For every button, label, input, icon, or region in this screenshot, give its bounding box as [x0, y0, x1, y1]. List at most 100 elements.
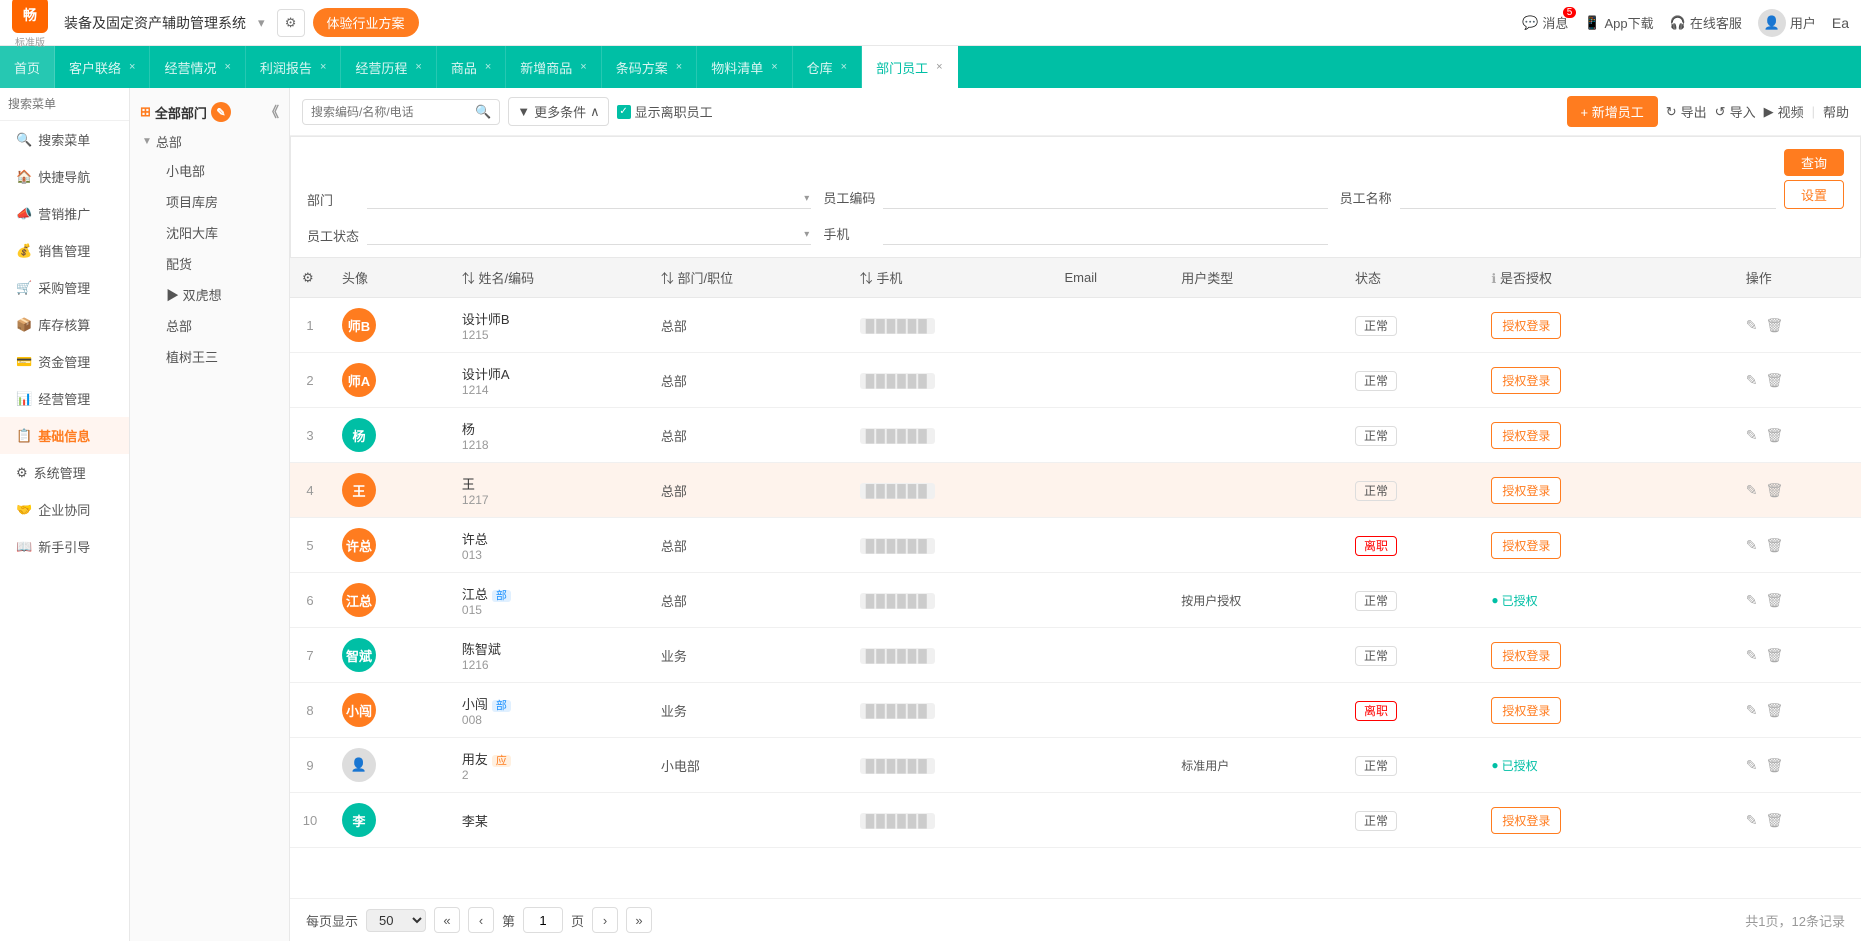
close-icon[interactable]: × [129, 61, 135, 73]
dept-tree-item-shuanghu[interactable]: ▶ 双虎想 [150, 279, 289, 310]
auth-login-button[interactable]: 授权登录 [1491, 312, 1561, 339]
sidebar-item-inventory[interactable]: 📦 库存核算 [0, 306, 129, 343]
app-download-item[interactable]: 📱 App下载 [1584, 13, 1653, 32]
tab-dept-employee[interactable]: 部门员工 × [862, 46, 957, 88]
edit-icon[interactable]: ✎ [1746, 592, 1758, 609]
last-page-button[interactable]: » [626, 907, 652, 933]
sidebar-item-sysmanage[interactable]: ⚙ 系统管理 [0, 454, 129, 491]
filter-empstatus-select[interactable]: ▾ [367, 225, 811, 245]
dept-tree-item-zhishu[interactable]: 植树王三 [150, 341, 289, 372]
video-button[interactable]: ▶ 视频 [1764, 102, 1804, 121]
page-size-select[interactable]: 50 100 200 [366, 909, 426, 932]
user-item[interactable]: 👤 用户 [1758, 9, 1816, 37]
close-icon[interactable]: × [841, 61, 847, 73]
filter-phone-input[interactable] [883, 221, 1327, 245]
tab-history[interactable]: 经营历程 × [341, 46, 436, 88]
sidebar-item-collab[interactable]: 🤝 企业协同 [0, 491, 129, 528]
delete-icon[interactable]: 🗑 [1766, 427, 1784, 444]
dept-tree-item-zongbu[interactable]: 总部 [150, 310, 289, 341]
delete-icon[interactable]: 🗑 [1766, 317, 1784, 334]
sidebar-item-purchase[interactable]: 🛒 采购管理 [0, 269, 129, 306]
tab-warehouse[interactable]: 仓库 × [793, 46, 862, 88]
online-service-item[interactable]: 🎧 在线客服 [1670, 13, 1742, 32]
col-settings[interactable]: ⚙ [290, 258, 330, 298]
col-dept-pos[interactable]: ⇅ 部门/职位 [649, 258, 848, 298]
delete-icon[interactable]: 🗑 [1766, 592, 1784, 609]
add-employee-button[interactable]: + 新增员工 [1567, 96, 1658, 127]
edit-icon[interactable]: ✎ [1746, 812, 1758, 829]
close-icon[interactable]: × [580, 61, 586, 73]
dept-tree-item-peihuo[interactable]: 配货 [150, 248, 289, 279]
dept-edit-icon[interactable]: ✎ [211, 102, 231, 122]
filter-empname-input[interactable] [1400, 185, 1776, 209]
edit-icon[interactable]: ✎ [1746, 537, 1758, 554]
search-button[interactable]: 查询 [1784, 149, 1844, 176]
tab-profit[interactable]: 利润报告 × [246, 46, 341, 88]
prev-page-button[interactable]: ‹ [468, 907, 494, 933]
dept-tree-root[interactable]: ▼ 总部 [130, 128, 289, 155]
col-phone[interactable]: ⇅ 手机 [848, 258, 1053, 298]
edit-icon[interactable]: ✎ [1746, 482, 1758, 499]
auth-login-button[interactable]: 授权登录 [1491, 367, 1561, 394]
sidebar-item-finance[interactable]: 💳 资金管理 [0, 343, 129, 380]
collapse-button[interactable]: 《 [265, 102, 279, 122]
edit-icon[interactable]: ✎ [1746, 372, 1758, 389]
sidebar-item-search[interactable]: 🔍 搜索菜单 [0, 121, 129, 158]
tab-operation[interactable]: 经营情况 × [150, 46, 245, 88]
dept-tree-item-project[interactable]: 项目库房 [150, 186, 289, 217]
delete-icon[interactable]: 🗑 [1766, 812, 1784, 829]
close-icon[interactable]: × [320, 61, 326, 73]
auth-login-button[interactable]: 授权登录 [1491, 642, 1561, 669]
help-button[interactable]: 帮助 [1823, 102, 1849, 121]
sidebar-item-bizmanage[interactable]: 📊 经营管理 [0, 380, 129, 417]
edit-icon[interactable]: ✎ [1746, 757, 1758, 774]
sidebar-item-guide[interactable]: 📖 新手引导 [0, 528, 129, 565]
sidebar-search-input[interactable] [8, 97, 130, 111]
dept-tree-item-shenyang[interactable]: 沈阳大库 [150, 217, 289, 248]
close-icon[interactable]: × [415, 61, 421, 73]
delete-icon[interactable]: 🗑 [1766, 757, 1784, 774]
show-resigned-toggle[interactable]: ✓ 显示离职员工 [617, 102, 713, 121]
more-filter-button[interactable]: ▼ 更多条件 ∧ [508, 97, 608, 126]
close-icon[interactable]: × [676, 61, 682, 73]
sidebar-item-basic-info[interactable]: 📋 基础信息 [0, 417, 129, 454]
edit-icon[interactable]: ✎ [1746, 317, 1758, 334]
tab-goods[interactable]: 商品 × [437, 46, 506, 88]
import-button[interactable]: ↺ 导入 [1715, 102, 1756, 121]
set-button[interactable]: 设置 [1784, 180, 1844, 209]
sidebar-item-marketing[interactable]: 📣 营销推广 [0, 195, 129, 232]
delete-icon[interactable]: 🗑 [1766, 372, 1784, 389]
first-page-button[interactable]: « [434, 907, 460, 933]
page-number-input[interactable] [523, 907, 563, 933]
edit-icon[interactable]: ✎ [1746, 427, 1758, 444]
messages-item[interactable]: 💬 消息 5 [1522, 13, 1568, 32]
export-button[interactable]: ↻ 导出 [1666, 102, 1707, 121]
auth-login-button[interactable]: 授权登录 [1491, 422, 1561, 449]
filter-dept-select[interactable]: ▾ [367, 189, 811, 209]
auth-login-button[interactable]: 授权登录 [1491, 477, 1561, 504]
gear-button[interactable]: ⚙ [277, 9, 305, 37]
tab-bom[interactable]: 物料清单 × [697, 46, 792, 88]
delete-icon[interactable]: 🗑 [1766, 537, 1784, 554]
close-icon[interactable]: × [485, 61, 491, 73]
auth-login-button[interactable]: 授权登录 [1491, 807, 1561, 834]
tab-home[interactable]: 首页 [0, 46, 55, 88]
delete-icon[interactable]: 🗑 [1766, 482, 1784, 499]
sidebar-item-quick-nav[interactable]: 🏠 快捷导航 [0, 158, 129, 195]
close-icon[interactable]: × [936, 61, 942, 73]
trial-button[interactable]: 体验行业方案 [313, 8, 419, 37]
dept-tree-item-xiaodian[interactable]: 小电部 [150, 155, 289, 186]
auth-login-button[interactable]: 授权登录 [1491, 697, 1561, 724]
edit-icon[interactable]: ✎ [1746, 647, 1758, 664]
search-input[interactable] [311, 105, 471, 119]
auth-login-button[interactable]: 授权登录 [1491, 532, 1561, 559]
edit-icon[interactable]: ✎ [1746, 702, 1758, 719]
close-icon[interactable]: × [224, 61, 230, 73]
close-icon[interactable]: × [771, 61, 777, 73]
tab-add-goods[interactable]: 新增商品 × [506, 46, 601, 88]
tab-customer[interactable]: 客户联络 × [55, 46, 150, 88]
col-name-code[interactable]: ⇅ 姓名/编码 [450, 258, 649, 298]
filter-empcode-input[interactable] [883, 185, 1327, 209]
show-resigned-checkbox[interactable]: ✓ [617, 105, 631, 119]
tab-barcode[interactable]: 条码方案 × [602, 46, 697, 88]
